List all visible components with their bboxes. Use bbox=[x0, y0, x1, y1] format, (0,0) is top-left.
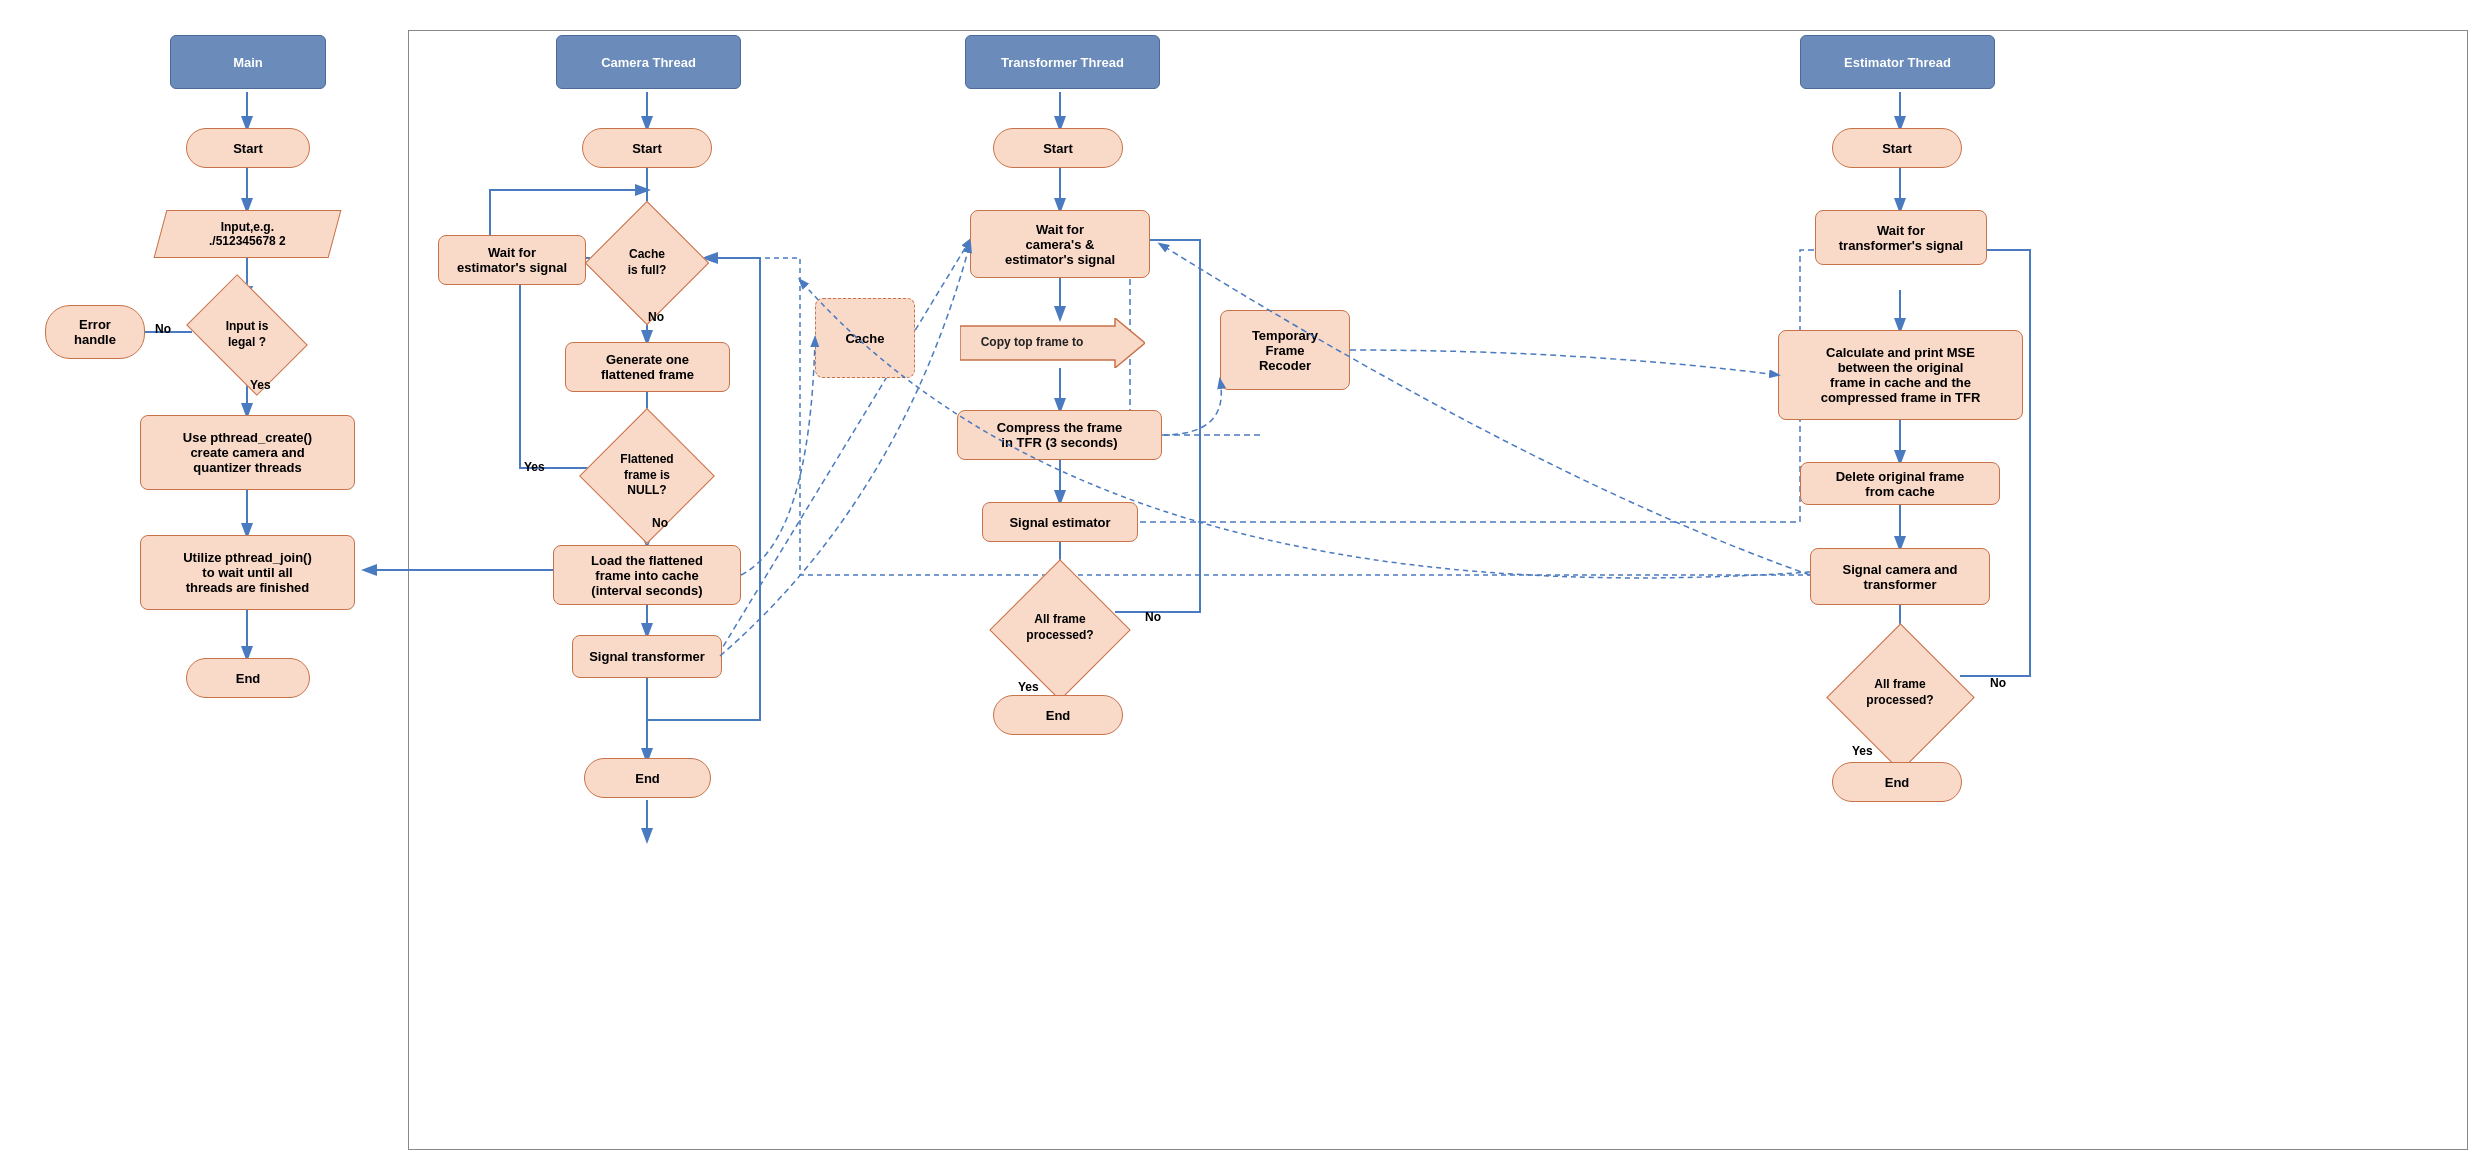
est-start: Start bbox=[1832, 128, 1962, 168]
main-yes-label: Yes bbox=[250, 378, 271, 392]
svg-text:Copy top frame to: Copy top frame to bbox=[981, 335, 1084, 349]
main-input: Input,e.g../512345678 2 bbox=[154, 210, 342, 258]
cam-start: Start bbox=[582, 128, 712, 168]
trans-wait: Wait forcamera's &estimator's signal bbox=[970, 210, 1150, 278]
trans-signal-est: Signal estimator bbox=[982, 502, 1138, 542]
transformer-header: Transformer Thread bbox=[965, 35, 1160, 89]
est-signal: Signal camera andtransformer bbox=[1810, 548, 1990, 605]
est-calc: Calculate and print MSEbetween the origi… bbox=[1778, 330, 2023, 420]
cache-box: Cache bbox=[815, 298, 915, 378]
est-no-label: No bbox=[1990, 676, 2006, 690]
cam-signal: Signal transformer bbox=[572, 635, 722, 678]
main-no-label: No bbox=[155, 322, 171, 336]
trans-start: Start bbox=[993, 128, 1123, 168]
est-all-diamond: All frameprocessed? bbox=[1820, 645, 1980, 740]
trans-all-diamond: All frameprocessed? bbox=[985, 580, 1135, 675]
main-start: Start bbox=[186, 128, 310, 168]
main-error: Errorhandle bbox=[45, 305, 145, 359]
trans-end: End bbox=[993, 695, 1123, 735]
cam-end: End bbox=[584, 758, 711, 798]
trans-no-label: No bbox=[1145, 610, 1161, 624]
camera-header: Camera Thread bbox=[556, 35, 741, 89]
cam-cache-full: Cacheis full? bbox=[587, 218, 707, 308]
trans-tfr: TemporaryFrameRecoder bbox=[1220, 310, 1350, 390]
main-legal-diamond: Input islegal ? bbox=[192, 295, 302, 375]
est-end: End bbox=[1832, 762, 1962, 802]
main-header: Main bbox=[170, 35, 326, 89]
cam-load: Load the flattenedframe into cache(inter… bbox=[553, 545, 741, 605]
flowchart-diagram: Main Start Input,e.g../512345678 2 Input… bbox=[0, 0, 2483, 1156]
cam-null-yes-label: Yes bbox=[524, 460, 545, 474]
est-delete: Delete original framefrom cache bbox=[1800, 462, 2000, 505]
trans-compress: Compress the framein TFR (3 seconds) bbox=[957, 410, 1162, 460]
cam-gen-frame: Generate oneflattened frame bbox=[565, 342, 730, 392]
est-yes-label: Yes bbox=[1852, 744, 1873, 758]
trans-copy: Copy top frame to bbox=[960, 318, 1145, 368]
estimator-header: Estimator Thread bbox=[1800, 35, 1995, 89]
cam-no-label: No bbox=[648, 310, 664, 324]
est-wait: Wait fortransformer's signal bbox=[1815, 210, 1987, 265]
trans-yes-label: Yes bbox=[1018, 680, 1039, 694]
main-join: Utilize pthread_join()to wait until allt… bbox=[140, 535, 355, 610]
main-create: Use pthread_create()create camera andqua… bbox=[140, 415, 355, 490]
cam-null-diamond: Flattenedframe isNULL? bbox=[577, 428, 717, 523]
cam-null-no-label: No bbox=[652, 516, 668, 530]
cam-wait-est: Wait forestimator's signal bbox=[438, 235, 586, 285]
main-end: End bbox=[186, 658, 310, 698]
